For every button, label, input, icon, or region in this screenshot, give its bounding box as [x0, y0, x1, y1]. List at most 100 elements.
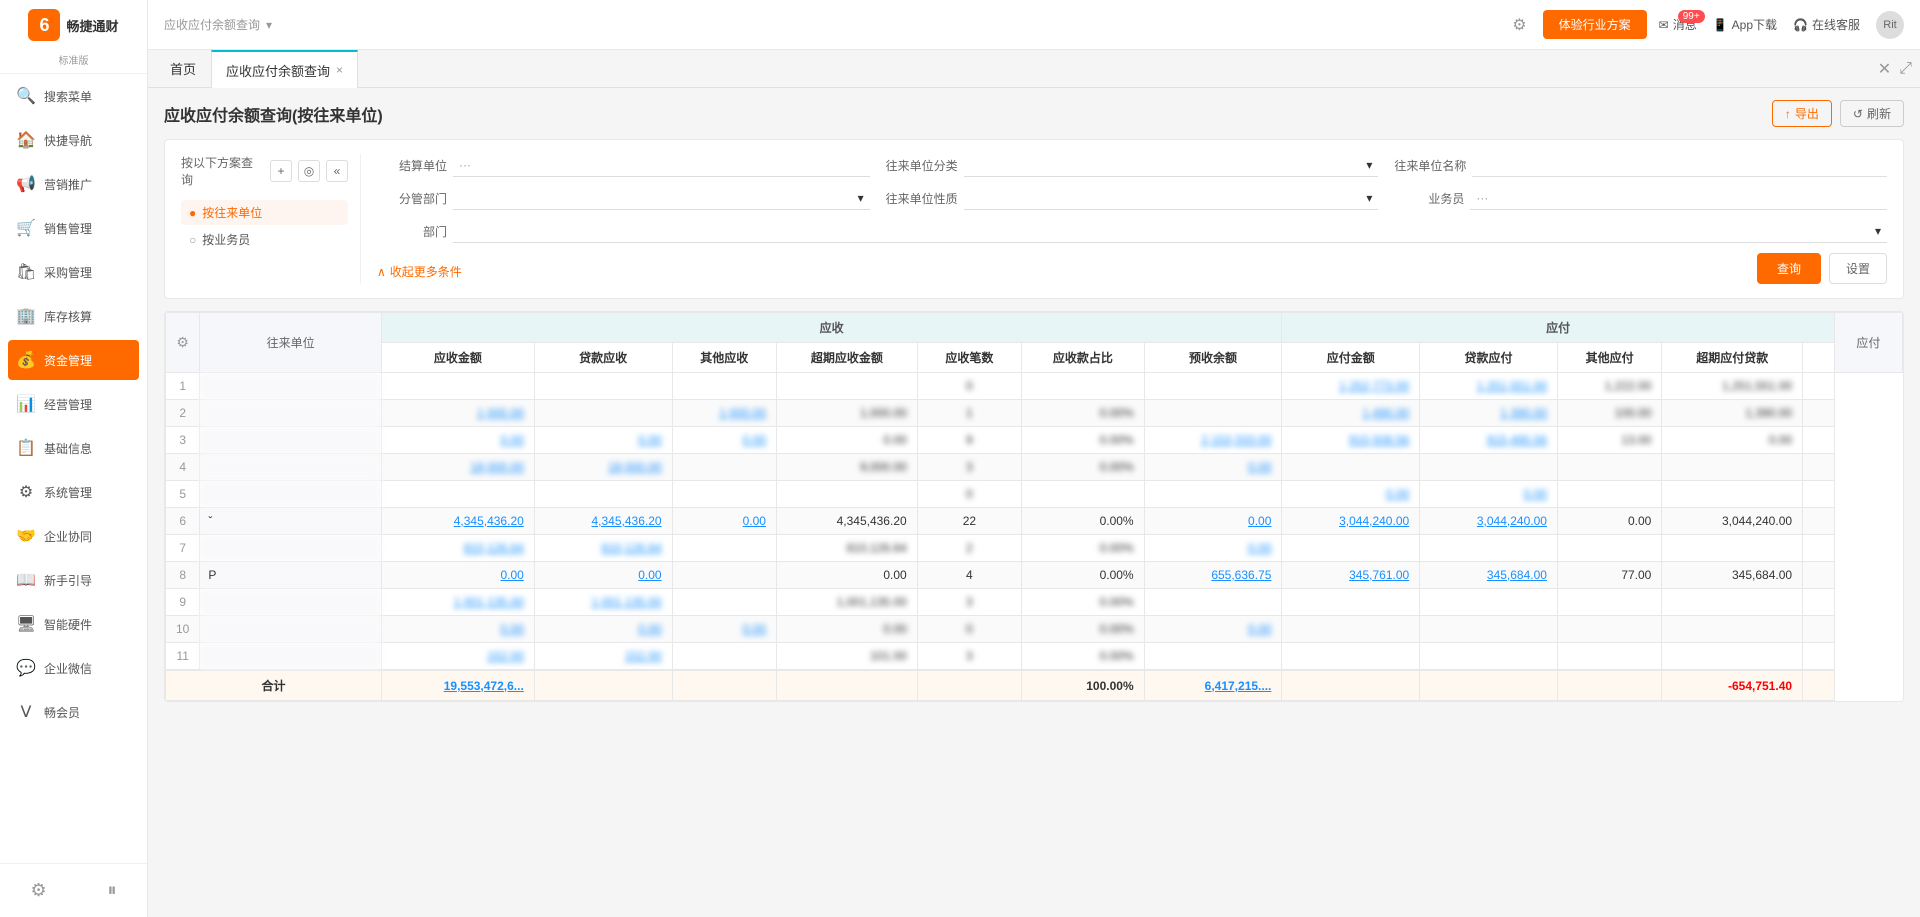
sidebar-item-marketing[interactable]: 📢 营销推广: [0, 162, 147, 206]
table-cell[interactable]: [672, 643, 776, 671]
table-cell[interactable]: 0.00: [1144, 454, 1282, 481]
table-cell[interactable]: 0.00: [1144, 616, 1282, 643]
collapse-conditions-button[interactable]: ∧ 收起更多条件: [377, 263, 462, 280]
table-cell[interactable]: 152.00: [381, 643, 534, 671]
table-cell[interactable]: [1282, 454, 1420, 481]
sidebar-item-wechat[interactable]: 💬 企业微信: [0, 646, 147, 690]
tab-close-icon[interactable]: ×: [336, 63, 343, 77]
sidebar-item-nav[interactable]: 🏠 快捷导航: [0, 118, 147, 162]
sidebar-item-guide[interactable]: 📖 新手引导: [0, 558, 147, 602]
table-cell[interactable]: 1,001,135.00: [534, 589, 672, 616]
table-cell[interactable]: [1420, 643, 1558, 671]
table-cell[interactable]: [1420, 616, 1558, 643]
table-cell[interactable]: [1144, 481, 1282, 508]
table-cell[interactable]: 1,251,551.00: [1420, 373, 1558, 400]
table-cell[interactable]: [1420, 535, 1558, 562]
export-button[interactable]: ↑ 导出: [1772, 100, 1832, 127]
tab-home[interactable]: 首页: [156, 50, 211, 88]
table-cell[interactable]: 915,495.56: [1420, 427, 1558, 454]
table-cell[interactable]: 1,000.00: [381, 400, 534, 427]
table-cell[interactable]: 0.00: [381, 562, 534, 589]
table-cell[interactable]: 0.00: [534, 616, 672, 643]
table-cell[interactable]: 152.00: [534, 643, 672, 671]
header-gear-icon[interactable]: ⚙: [1508, 11, 1530, 39]
table-cell[interactable]: 345,761.00: [1282, 562, 1420, 589]
table-cell[interactable]: 0.00: [672, 427, 776, 454]
collapse-scheme-button[interactable]: «: [326, 160, 348, 182]
tab-receivable[interactable]: 应收应付余额查询 ×: [211, 50, 358, 88]
table-cell[interactable]: 915,508.56: [1282, 427, 1420, 454]
table-cell[interactable]: 0.00: [381, 427, 534, 454]
table-cell[interactable]: 810,126.64: [381, 535, 534, 562]
message-button[interactable]: ✉ 消息 99+: [1659, 16, 1697, 33]
table-cell[interactable]: 3,044,240.00: [1420, 508, 1558, 535]
table-cell[interactable]: [381, 373, 534, 400]
scheme-by-staff[interactable]: ○ 按业务员: [181, 227, 348, 252]
table-cell[interactable]: [1282, 535, 1420, 562]
table-cell[interactable]: [1282, 589, 1420, 616]
table-cell[interactable]: [1282, 616, 1420, 643]
sidebar-collapse-button[interactable]: ⏸: [100, 872, 125, 909]
table-cell[interactable]: [672, 562, 776, 589]
query-button[interactable]: 查询: [1757, 253, 1821, 284]
tab-window-close-icon[interactable]: ✕: [1878, 59, 1891, 79]
promo-button[interactable]: 体验行业方案: [1543, 10, 1647, 39]
table-cell[interactable]: [1144, 373, 1282, 400]
table-cell[interactable]: [1420, 454, 1558, 481]
table-cell[interactable]: 1,001,135.00: [381, 589, 534, 616]
add-scheme-button[interactable]: +: [270, 160, 292, 182]
refresh-button[interactable]: ↺ 刷新: [1840, 100, 1904, 127]
table-cell[interactable]: 1,390.00: [1420, 400, 1558, 427]
sidebar-item-member[interactable]: Ⅴ 畅会员: [0, 690, 147, 734]
scheme-by-unit[interactable]: ● 按往来单位: [181, 200, 348, 225]
table-cell[interactable]: 18,000.00: [534, 454, 672, 481]
table-cell[interactable]: 2,153,333.00: [1144, 427, 1282, 454]
footer-receivable-amount[interactable]: 19,553,472,6...: [381, 670, 534, 701]
partner-name-input[interactable]: [1472, 154, 1887, 177]
sidebar-item-search[interactable]: 🔍 搜索菜单: [0, 74, 147, 118]
table-cell[interactable]: [381, 481, 534, 508]
settings-button[interactable]: 设置: [1829, 253, 1887, 284]
table-cell[interactable]: 4,345,436.20: [381, 508, 534, 535]
table-cell[interactable]: 1,252,773.00: [1282, 373, 1420, 400]
table-cell[interactable]: [534, 481, 672, 508]
sidebar-item-sales[interactable]: 🛒 销售管理: [0, 206, 147, 250]
table-settings-icon[interactable]: ⚙: [176, 334, 189, 350]
table-cell[interactable]: 0.00: [1144, 508, 1282, 535]
settings-scheme-button[interactable]: ◎: [298, 160, 320, 182]
table-cell[interactable]: [1282, 643, 1420, 671]
salesman-input[interactable]: ···: [1470, 187, 1887, 210]
table-cell[interactable]: 4,345,436.20: [534, 508, 672, 535]
sidebar-item-hardware[interactable]: 🖥 智能硬件: [0, 602, 147, 646]
table-cell[interactable]: 1,490.00: [1282, 400, 1420, 427]
table-cell[interactable]: 0.00: [1420, 481, 1558, 508]
sidebar-item-purchase[interactable]: 🛍 采购管理: [0, 250, 147, 294]
table-cell[interactable]: [672, 535, 776, 562]
table-cell[interactable]: 0.00: [534, 562, 672, 589]
sidebar-item-enterprise[interactable]: 🤝 企业协同: [0, 514, 147, 558]
breadcrumb-chevron-icon[interactable]: ▾: [266, 18, 272, 32]
table-cell[interactable]: [672, 373, 776, 400]
sidebar-item-finance[interactable]: 💰 资金管理: [8, 340, 139, 380]
sidebar-settings-button[interactable]: ⚙: [22, 872, 54, 909]
sidebar-item-system[interactable]: ⚙ 系统管理: [0, 470, 147, 514]
tab-maximize-icon[interactable]: ⤢: [1899, 60, 1912, 78]
dept-input[interactable]: ▾: [453, 220, 1887, 243]
table-cell[interactable]: [1144, 589, 1282, 616]
division-dept-input[interactable]: ▾: [453, 187, 870, 210]
table-cell[interactable]: [534, 373, 672, 400]
table-cell[interactable]: 0.00: [672, 616, 776, 643]
table-cell[interactable]: 0.00: [672, 508, 776, 535]
table-cell[interactable]: 1,000.00: [672, 400, 776, 427]
table-cell[interactable]: 810,126.64: [534, 535, 672, 562]
sidebar-item-operations[interactable]: 📊 经营管理: [0, 382, 147, 426]
table-cell[interactable]: 345,684.00: [1420, 562, 1558, 589]
sidebar-item-basic[interactable]: 📋 基础信息: [0, 426, 147, 470]
table-cell[interactable]: [672, 454, 776, 481]
table-cell[interactable]: 655,636.75: [1144, 562, 1282, 589]
table-cell[interactable]: 3,044,240.00: [1282, 508, 1420, 535]
table-cell[interactable]: [672, 481, 776, 508]
user-avatar[interactable]: Rit: [1876, 11, 1904, 39]
table-cell[interactable]: [1144, 400, 1282, 427]
table-cell[interactable]: [534, 400, 672, 427]
